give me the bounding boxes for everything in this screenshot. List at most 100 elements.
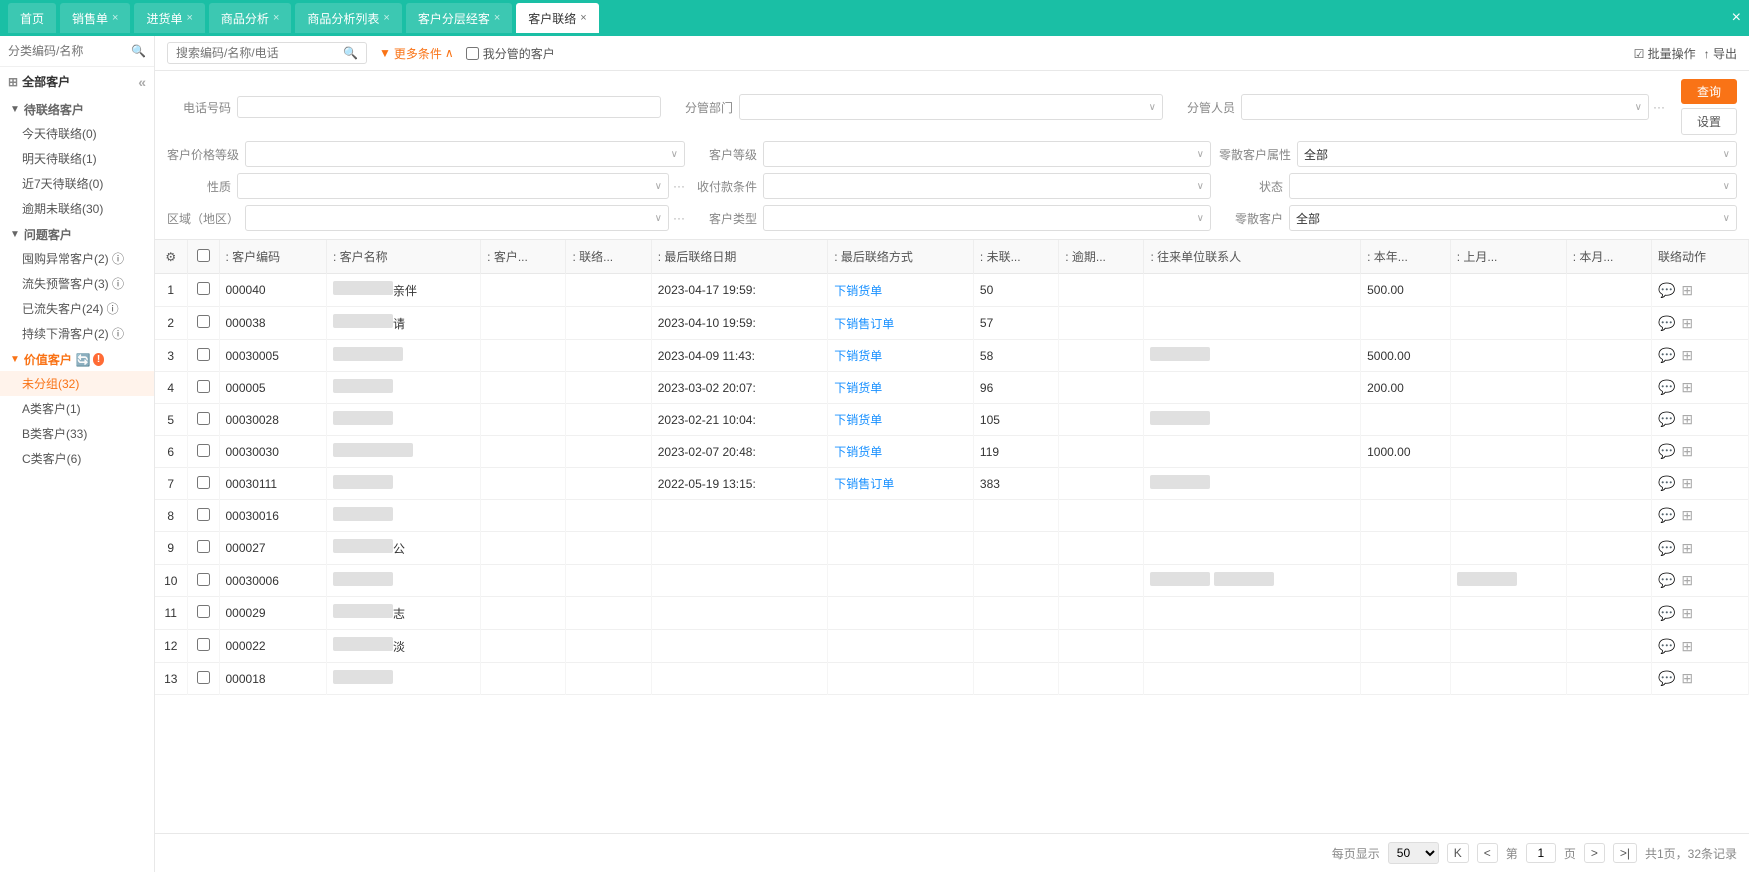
tab-sales-order[interactable]: 销售单 × xyxy=(60,3,130,33)
tab-purchase-order[interactable]: 进货单 × xyxy=(134,3,204,33)
sidebar-item-today-pending[interactable]: 今天待联络(0) xyxy=(0,121,154,146)
sidebar-item-b-class[interactable]: B类客户(33) xyxy=(0,421,154,446)
settings-col-header[interactable]: ⚙ xyxy=(155,240,187,274)
prev-page-btn[interactable]: < xyxy=(1477,843,1498,863)
nature-select[interactable]: ∨ xyxy=(237,173,669,199)
tab-customer-contact[interactable]: 客户联络 × xyxy=(516,3,598,33)
my-customers-checkbox[interactable] xyxy=(466,47,479,60)
current-page-input[interactable] xyxy=(1526,843,1556,863)
row-checkbox-6[interactable] xyxy=(197,444,210,457)
close-purchase-icon[interactable]: × xyxy=(186,12,192,24)
close-sales-order-icon[interactable]: × xyxy=(112,12,118,24)
row-checkbox-8[interactable] xyxy=(197,508,210,521)
checkbox-col-header[interactable] xyxy=(187,240,219,274)
query-button[interactable]: 查询 xyxy=(1681,79,1737,104)
chat-icon-1[interactable]: 💬 xyxy=(1658,282,1675,299)
manager-more-icon[interactable]: ··· xyxy=(1653,100,1665,114)
search-icon[interactable]: 🔍 xyxy=(131,44,146,58)
nature-more-icon[interactable]: ··· xyxy=(673,179,685,193)
payment-select[interactable]: ∨ xyxy=(763,173,1211,199)
row-checkbox-12[interactable] xyxy=(197,638,210,651)
row-checkbox-7[interactable] xyxy=(197,476,210,489)
dept-select[interactable]: ∨ xyxy=(739,94,1163,120)
grid-action-icon-11[interactable]: ⊞ xyxy=(1681,605,1693,622)
value-customers-group[interactable]: ▼ 价值客户 🔄 ! xyxy=(0,346,154,371)
customer-type-select[interactable]: ∨ xyxy=(763,205,1211,231)
contact-link-1[interactable]: 下销货单 xyxy=(834,284,882,298)
row-checkbox-4[interactable] xyxy=(197,380,210,393)
grid-action-icon-2[interactable]: ⊞ xyxy=(1681,315,1693,332)
row-checkbox-3[interactable] xyxy=(197,348,210,361)
region-more-icon[interactable]: ··· xyxy=(673,211,685,225)
chat-icon-6[interactable]: 💬 xyxy=(1658,443,1675,460)
row-checkbox-13[interactable] xyxy=(197,671,210,684)
sidebar-item-abnormal[interactable]: 囤购异常客户(2) ⓘ xyxy=(0,246,154,271)
all-customers-header[interactable]: ⊞ 全部客户 « xyxy=(0,67,154,96)
chat-icon-10[interactable]: 💬 xyxy=(1658,572,1675,589)
chat-icon-8[interactable]: 💬 xyxy=(1658,507,1675,524)
tab-product-analysis[interactable]: 商品分析 × xyxy=(209,3,291,33)
chat-icon-2[interactable]: 💬 xyxy=(1658,315,1675,332)
category-search-input[interactable] xyxy=(8,44,127,58)
chat-icon-13[interactable]: 💬 xyxy=(1658,670,1675,687)
grid-action-icon-12[interactable]: ⊞ xyxy=(1681,638,1693,655)
grid-action-icon-6[interactable]: ⊞ xyxy=(1681,443,1693,460)
main-search-icon[interactable]: 🔍 xyxy=(343,46,358,60)
sidebar-item-ungrouped[interactable]: 未分组(32) xyxy=(0,371,154,396)
next-page-btn[interactable]: > xyxy=(1584,843,1605,863)
reset-button[interactable]: 设置 xyxy=(1681,108,1737,135)
sidebar-collapse-icon[interactable]: « xyxy=(138,74,146,90)
first-page-btn[interactable]: K xyxy=(1447,843,1469,863)
close-customer-segment-icon[interactable]: × xyxy=(494,12,500,24)
row-checkbox-11[interactable] xyxy=(197,605,210,618)
problem-customers-group[interactable]: ▼ 问题客户 xyxy=(0,221,154,246)
export-btn[interactable]: ↑ 导出 xyxy=(1704,45,1737,62)
sidebar-item-c-class[interactable]: C类客户(6) xyxy=(0,446,154,471)
select-all-checkbox[interactable] xyxy=(197,249,210,262)
phone-input[interactable] xyxy=(237,96,661,118)
chat-icon-4[interactable]: 💬 xyxy=(1658,379,1675,396)
grid-action-icon-5[interactable]: ⊞ xyxy=(1681,411,1693,428)
contact-link-7[interactable]: 下销售订单 xyxy=(834,477,894,491)
sidebar-item-tomorrow-pending[interactable]: 明天待联络(1) xyxy=(0,146,154,171)
row-checkbox-9[interactable] xyxy=(197,540,210,553)
price-grade-select[interactable]: ∨ xyxy=(245,141,685,167)
chat-icon-12[interactable]: 💬 xyxy=(1658,638,1675,655)
chat-icon-9[interactable]: 💬 xyxy=(1658,540,1675,557)
home-tab[interactable]: 首页 xyxy=(8,3,56,33)
tab-customer-segment[interactable]: 客户分层经客 × xyxy=(406,3,512,33)
close-product-analysis-list-icon[interactable]: × xyxy=(383,12,389,24)
sidebar-item-a-class[interactable]: A类客户(1) xyxy=(0,396,154,421)
row-checkbox-1[interactable] xyxy=(197,282,210,295)
sidebar-item-churn-warning[interactable]: 流失预警客户(3) ⓘ xyxy=(0,271,154,296)
per-page-select[interactable]: 50 100 200 xyxy=(1388,842,1439,864)
more-conditions-btn[interactable]: ▼ 更多条件 ∧ xyxy=(379,45,454,62)
grid-action-icon-10[interactable]: ⊞ xyxy=(1681,572,1693,589)
chat-icon-11[interactable]: 💬 xyxy=(1658,605,1675,622)
batch-ops-btn[interactable]: ☑ 批量操作 xyxy=(1634,45,1696,62)
contact-link-3[interactable]: 下销货单 xyxy=(834,349,882,363)
main-search-input[interactable] xyxy=(176,46,339,60)
region-select[interactable]: ∨ xyxy=(245,205,669,231)
chat-icon-3[interactable]: 💬 xyxy=(1658,347,1675,364)
chat-icon-5[interactable]: 💬 xyxy=(1658,411,1675,428)
grid-action-icon-3[interactable]: ⊞ xyxy=(1681,347,1693,364)
grid-action-icon-7[interactable]: ⊞ xyxy=(1681,475,1693,492)
chat-icon-7[interactable]: 💬 xyxy=(1658,475,1675,492)
close-customer-contact-icon[interactable]: × xyxy=(580,12,586,24)
contact-link-5[interactable]: 下销货单 xyxy=(834,413,882,427)
tab-product-analysis-list[interactable]: 商品分析列表 × xyxy=(295,3,401,33)
contact-link-6[interactable]: 下销货单 xyxy=(834,445,882,459)
grid-action-icon-4[interactable]: ⊞ xyxy=(1681,379,1693,396)
status-select[interactable]: ∨ xyxy=(1289,173,1737,199)
manager-select[interactable]: ∨ xyxy=(1241,94,1649,120)
contact-link-4[interactable]: 下销货单 xyxy=(834,381,882,395)
close-product-analysis-icon[interactable]: × xyxy=(273,12,279,24)
sidebar-item-7days-pending[interactable]: 近7天待联络(0) xyxy=(0,171,154,196)
customer-grade-select[interactable]: ∨ xyxy=(763,141,1211,167)
grid-action-icon-9[interactable]: ⊞ xyxy=(1681,540,1693,557)
sidebar-item-declining[interactable]: 持续下滑客户(2) ⓘ xyxy=(0,321,154,346)
sidebar-item-overdue-pending[interactable]: 逾期未联络(30) xyxy=(0,196,154,221)
sidebar-item-churned[interactable]: 已流失客户(24) ⓘ xyxy=(0,296,154,321)
pending-contact-group[interactable]: ▼ 待联络客户 xyxy=(0,96,154,121)
